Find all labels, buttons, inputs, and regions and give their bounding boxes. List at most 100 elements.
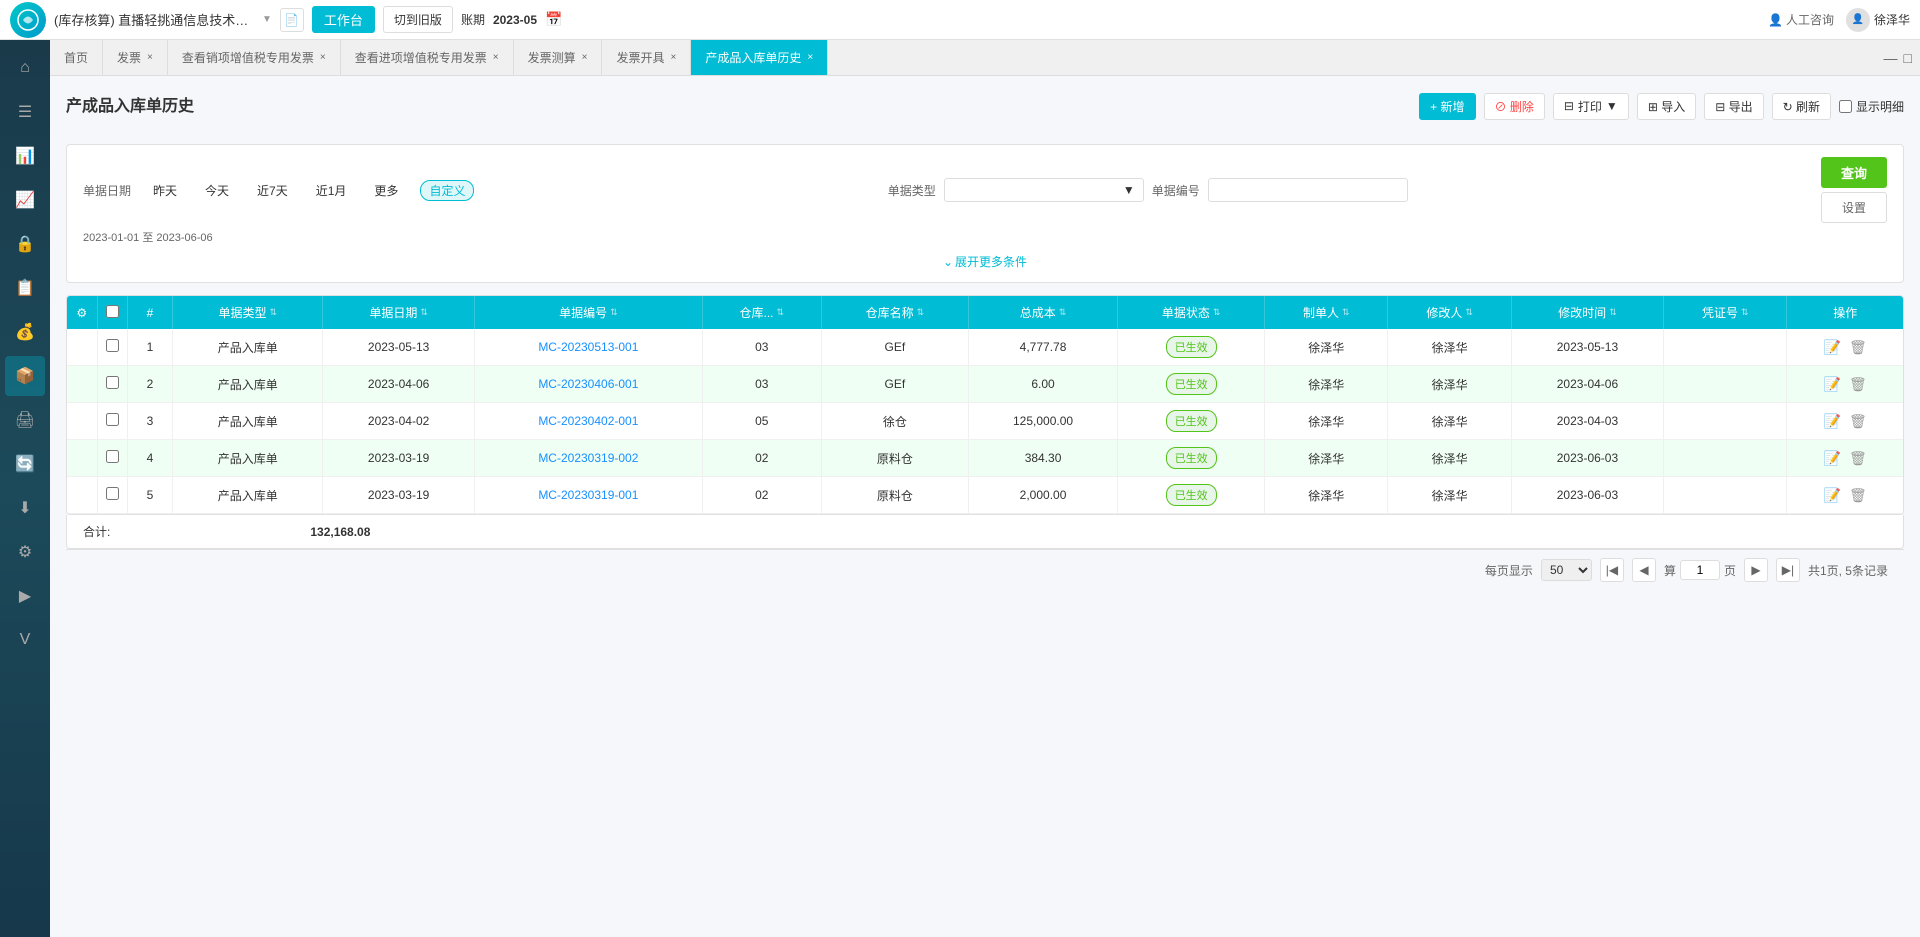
- row-checkbox-input-1[interactable]: [106, 376, 119, 389]
- filter-today[interactable]: 今天: [199, 180, 235, 201]
- column-voucher[interactable]: 凭证号 ⇅: [1664, 296, 1787, 329]
- print-button[interactable]: ⊟ 打印 ▼: [1553, 93, 1629, 120]
- first-page-button[interactable]: |◀: [1600, 558, 1624, 582]
- show-detail-checkbox[interactable]: 显示明细: [1839, 98, 1904, 115]
- page-number-input[interactable]: [1680, 560, 1720, 580]
- tab-maximize-icon[interactable]: □: [1904, 50, 1912, 66]
- calendar-icon[interactable]: 📅: [545, 11, 562, 28]
- column-number[interactable]: 单据编号 ⇅: [475, 296, 702, 329]
- delete-icon-2[interactable]: 🗑: [1849, 413, 1867, 430]
- refresh-button[interactable]: ↻ 刷新: [1772, 93, 1831, 120]
- delete-icon-4[interactable]: 🗑: [1849, 487, 1867, 504]
- sidebar-item-run[interactable]: ▶: [5, 576, 45, 616]
- tab-purchase-invoice[interactable]: 查看进项增值税专用发票 ×: [341, 40, 514, 76]
- filter-yesterday[interactable]: 昨天: [147, 180, 183, 201]
- edit-icon-3[interactable]: 📝: [1824, 450, 1841, 467]
- tab-home[interactable]: 首页: [50, 40, 103, 76]
- row-checkbox-0[interactable]: [97, 329, 127, 366]
- column-total-cost[interactable]: 总成本 ⇅: [968, 296, 1118, 329]
- row-checkbox-input-3[interactable]: [106, 450, 119, 463]
- column-date[interactable]: 单据日期 ⇅: [323, 296, 475, 329]
- column-checkbox[interactable]: [97, 296, 127, 329]
- sidebar-item-download[interactable]: ⬇: [5, 488, 45, 528]
- print-dropdown-icon[interactable]: ▼: [1606, 99, 1618, 113]
- sidebar-item-v[interactable]: V: [5, 620, 45, 660]
- column-settings[interactable]: ⚙: [67, 296, 97, 329]
- row-number-3[interactable]: MC-20230319-002: [475, 440, 702, 477]
- tab-close-calc[interactable]: ×: [582, 52, 588, 63]
- tab-close-sales[interactable]: ×: [320, 52, 326, 63]
- column-warehouse-name[interactable]: 仓库名称 ⇅: [822, 296, 969, 329]
- sidebar-item-settings[interactable]: ⚙: [5, 532, 45, 572]
- row-checkbox-3[interactable]: [97, 440, 127, 477]
- select-all-checkbox[interactable]: [106, 305, 119, 318]
- number-filter-input[interactable]: [1208, 178, 1408, 202]
- filter-custom[interactable]: 自定义: [420, 180, 474, 201]
- row-checkbox-input-4[interactable]: [106, 487, 119, 500]
- delete-button[interactable]: ⊘ 删除: [1484, 93, 1545, 120]
- sidebar-item-security[interactable]: 🔒: [5, 224, 45, 264]
- row-number-2[interactable]: MC-20230402-001: [475, 403, 702, 440]
- table-row[interactable]: 3 产品入库单 2023-04-02 MC-20230402-001 05 徐仓…: [67, 403, 1903, 440]
- sidebar-item-analytics[interactable]: 📈: [5, 180, 45, 220]
- column-type[interactable]: 单据类型 ⇅: [173, 296, 323, 329]
- filter-1month[interactable]: 近1月: [310, 180, 353, 201]
- row-number-4[interactable]: MC-20230319-001: [475, 477, 702, 514]
- sidebar-item-finance[interactable]: 💰: [5, 312, 45, 352]
- row-link-1[interactable]: MC-20230406-001: [538, 377, 638, 391]
- edit-icon-2[interactable]: 📝: [1824, 413, 1841, 430]
- edit-icon-1[interactable]: 📝: [1824, 376, 1841, 393]
- doc-icon[interactable]: 📄: [280, 8, 304, 32]
- tab-invoice[interactable]: 发票 ×: [103, 40, 168, 76]
- company-dropdown-icon[interactable]: ▼: [262, 14, 272, 25]
- table-row[interactable]: 2 产品入库单 2023-04-06 MC-20230406-001 03 GE…: [67, 366, 1903, 403]
- row-number-1[interactable]: MC-20230406-001: [475, 366, 702, 403]
- column-status[interactable]: 单据状态 ⇅: [1118, 296, 1265, 329]
- last-page-button[interactable]: ▶|: [1776, 558, 1800, 582]
- sidebar-item-menu[interactable]: ☰: [5, 92, 45, 132]
- tab-invoice-calc[interactable]: 发票测算 ×: [514, 40, 603, 76]
- column-modifier[interactable]: 修改人 ⇅: [1388, 296, 1511, 329]
- prev-page-button[interactable]: ◀: [1632, 558, 1656, 582]
- customer-service[interactable]: 👤 人工咨询: [1768, 11, 1834, 28]
- table-row[interactable]: 5 产品入库单 2023-03-19 MC-20230319-001 02 原料…: [67, 477, 1903, 514]
- tab-sales-invoice[interactable]: 查看销项增值税专用发票 ×: [168, 40, 341, 76]
- workspace-button[interactable]: 工作台: [312, 6, 375, 33]
- row-number-0[interactable]: MC-20230513-001: [475, 329, 702, 366]
- query-button[interactable]: 查询: [1821, 157, 1887, 188]
- sidebar-item-documents[interactable]: 📋: [5, 268, 45, 308]
- row-checkbox-2[interactable]: [97, 403, 127, 440]
- column-warehouse-code[interactable]: 仓库... ⇅: [702, 296, 822, 329]
- row-link-2[interactable]: MC-20230402-001: [538, 414, 638, 428]
- sidebar-item-home[interactable]: ⌂: [5, 48, 45, 88]
- row-checkbox-4[interactable]: [97, 477, 127, 514]
- row-checkbox-input-0[interactable]: [106, 339, 119, 352]
- type-filter-select[interactable]: ▼: [944, 178, 1144, 202]
- column-modify-time[interactable]: 修改时间 ⇅: [1511, 296, 1663, 329]
- edit-icon-0[interactable]: 📝: [1824, 339, 1841, 356]
- delete-icon-0[interactable]: 🗑: [1849, 339, 1867, 356]
- next-page-button[interactable]: ▶: [1744, 558, 1768, 582]
- tab-close-purchase[interactable]: ×: [493, 52, 499, 63]
- import-button[interactable]: ⊞ 导入: [1637, 93, 1696, 120]
- per-page-select[interactable]: 50 100 200: [1541, 559, 1592, 581]
- sidebar-item-report[interactable]: 📊: [5, 136, 45, 176]
- sidebar-item-inventory[interactable]: 📦: [5, 356, 45, 396]
- new-button[interactable]: + 新增: [1419, 93, 1475, 120]
- user-profile[interactable]: 👤 徐泽华: [1846, 8, 1910, 32]
- sidebar-item-sync[interactable]: 🔄: [5, 444, 45, 484]
- filter-7days[interactable]: 近7天: [251, 180, 294, 201]
- switch-version-button[interactable]: 切到旧版: [383, 6, 453, 33]
- tab-product-warehouse[interactable]: 产成品入库单历史 ×: [691, 40, 828, 76]
- show-detail-input[interactable]: [1839, 100, 1852, 113]
- sidebar-item-print[interactable]: 🖨: [5, 400, 45, 440]
- row-link-0[interactable]: MC-20230513-001: [538, 340, 638, 354]
- column-creator[interactable]: 制单人 ⇅: [1265, 296, 1388, 329]
- export-button[interactable]: ⊟ 导出: [1704, 93, 1763, 120]
- tab-minimize-icon[interactable]: —: [1884, 50, 1898, 66]
- expand-conditions[interactable]: ⌄ 展开更多条件: [943, 253, 1027, 270]
- row-checkbox-input-2[interactable]: [106, 413, 119, 426]
- edit-icon-4[interactable]: 📝: [1824, 487, 1841, 504]
- tab-invoice-issue[interactable]: 发票开具 ×: [602, 40, 691, 76]
- delete-icon-3[interactable]: 🗑: [1849, 450, 1867, 467]
